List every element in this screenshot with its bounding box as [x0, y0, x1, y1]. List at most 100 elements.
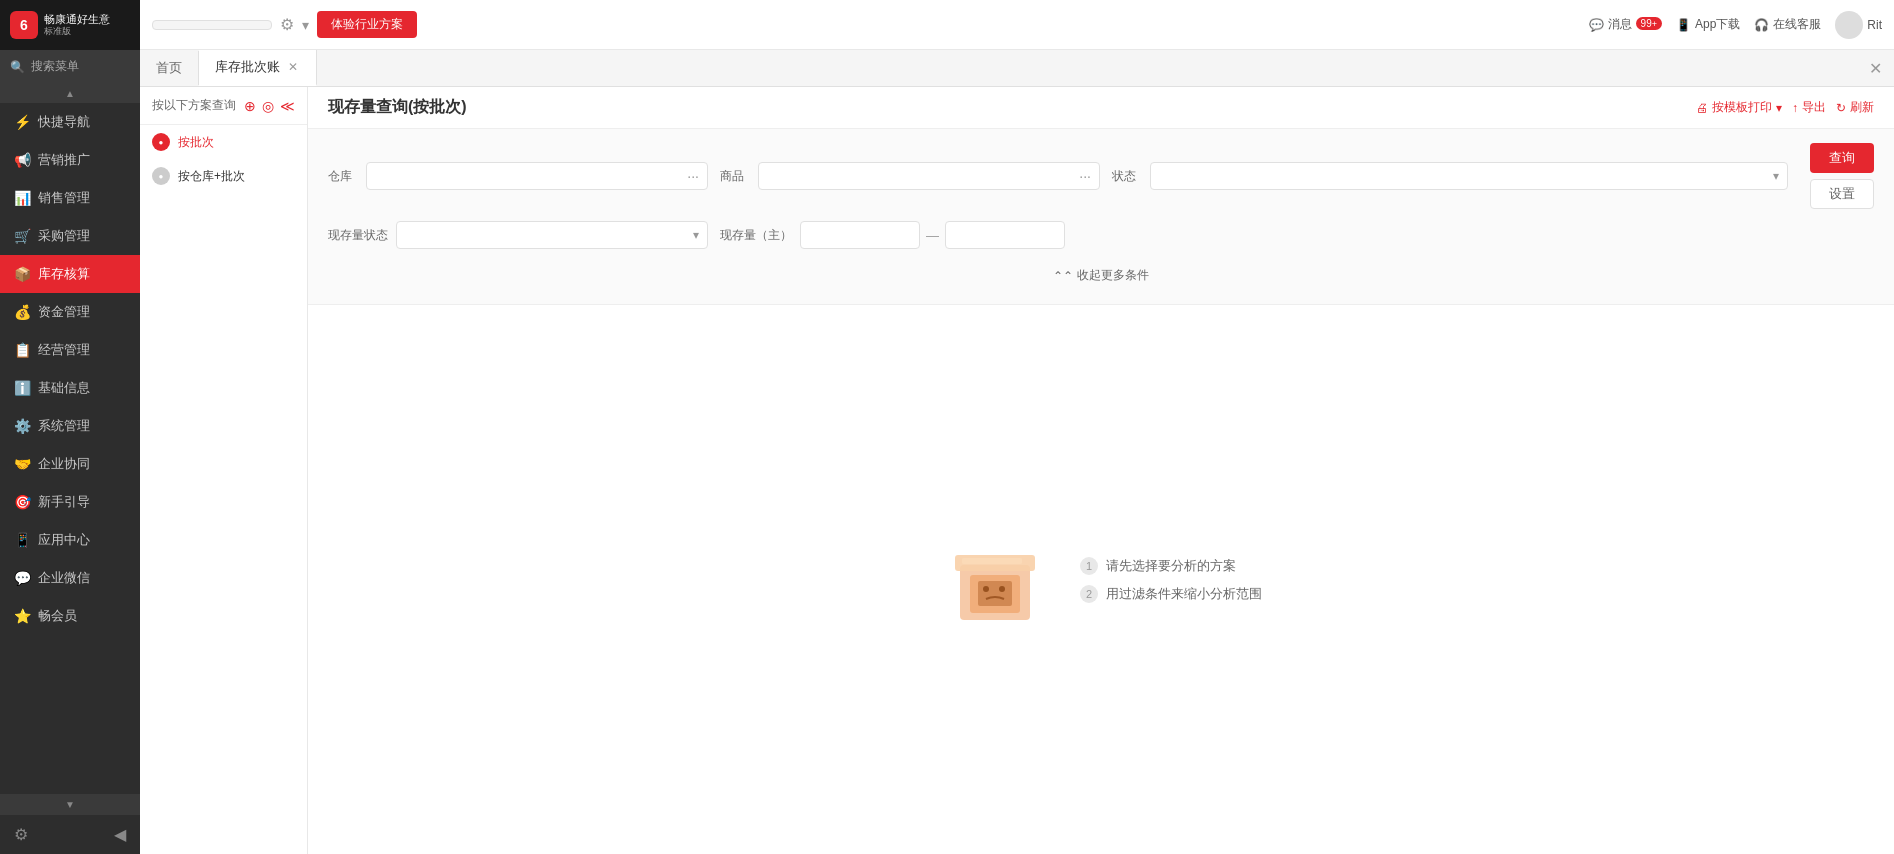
sidebar-item-quicknav[interactable]: ⚡ 快捷导航 [0, 103, 140, 141]
finance-icon: 💰 [14, 304, 30, 320]
sales-icon: 📊 [14, 190, 30, 206]
status-select[interactable]: ▾ [1150, 162, 1788, 190]
page-title: 现存量查询(按批次) [328, 97, 467, 118]
enterprise-icon: 🤝 [14, 456, 30, 472]
purchase-icon: 🛒 [14, 228, 30, 244]
sidebar-item-marketing[interactable]: 📢 营销推广 [0, 141, 140, 179]
tab-batch-close[interactable]: ✕ [286, 60, 300, 74]
sidebar-item-operation-label: 经营管理 [38, 341, 90, 359]
sidebar-item-inventory[interactable]: 📦 库存核算 [0, 255, 140, 293]
scheme-warehouse-batch-label: 按仓库+批次 [178, 168, 245, 185]
online-support-action[interactable]: 🎧 在线客服 [1754, 16, 1821, 33]
warehouse-input[interactable]: ··· [366, 162, 708, 190]
refresh-btn[interactable]: ↻ 刷新 [1836, 99, 1874, 116]
sidebar-header: 6 畅康通好生意 标准版 [0, 0, 140, 50]
inventory-qty-from[interactable] [800, 221, 920, 249]
goods-input[interactable]: ··· [758, 162, 1100, 190]
sidebar-item-finance-label: 资金管理 [38, 303, 90, 321]
inventory-qty-filter: 现存量（主） — [720, 221, 1100, 249]
sidebar-item-operation[interactable]: 📋 经营管理 [0, 331, 140, 369]
close-tab-btn[interactable]: ✕ [1857, 51, 1894, 86]
refresh-label: 刷新 [1850, 99, 1874, 116]
inventory-qty-dash: — [920, 228, 945, 243]
settings-btn[interactable]: 设置 [1810, 179, 1874, 209]
sidebar-item-wechat[interactable]: 💬 企业微信 [0, 559, 140, 597]
headset-icon: 🎧 [1754, 18, 1769, 32]
member-icon: ⭐ [14, 608, 30, 624]
sidebar-item-appcenter[interactable]: 📱 应用中心 [0, 521, 140, 559]
sidebar-scroll-down[interactable]: ▼ [0, 794, 140, 814]
topbar-left: ⚙ ▾ 体验行业方案 [152, 11, 1579, 38]
scheme-header-title: 按以下方案查询 [152, 97, 236, 114]
page-title-bar: 现存量查询(按批次) 🖨 按模板打印 ▾ ↑ 导出 ↻ 刷新 [308, 87, 1894, 129]
topbar-search-box[interactable] [152, 20, 272, 30]
messages-action[interactable]: 💬 消息 99+ [1589, 16, 1662, 33]
inventory-status-label: 现存量状态 [328, 227, 388, 244]
sidebar-scroll-up[interactable]: ▲ [0, 83, 140, 103]
user-profile[interactable]: Rit [1835, 11, 1882, 39]
tab-home[interactable]: 首页 [140, 51, 199, 85]
add-scheme-btn[interactable]: ⊕ [244, 98, 256, 114]
experience-btn[interactable]: 体验行业方案 [317, 11, 417, 38]
topbar-dropdown-icon[interactable]: ▾ [302, 17, 309, 33]
title-actions: 🖨 按模板打印 ▾ ↑ 导出 ↻ 刷新 [1696, 99, 1874, 116]
inventory-status-select[interactable]: ▾ [396, 221, 708, 249]
operation-icon: 📋 [14, 342, 30, 358]
main-area: ⚙ ▾ 体验行业方案 💬 消息 99+ 📱 App下载 🎧 在线客服 [140, 0, 1894, 854]
sidebar-item-basic-label: 基础信息 [38, 379, 90, 397]
empty-tip-1: 1 请先选择要分析的方案 [1080, 557, 1262, 575]
scheme-header-actions: ⊕ ◎ ≪ [244, 98, 295, 114]
goods-label: 商品 [720, 168, 750, 185]
marketing-icon: 📢 [14, 152, 30, 168]
inventory-qty-to[interactable] [945, 221, 1065, 249]
export-icon: ↑ [1792, 101, 1798, 115]
scheme-warehouse-batch-icon: ● [152, 167, 170, 185]
tabbar: 首页 库存批次账 ✕ ✕ [140, 50, 1894, 87]
filter-row-2: 现存量状态 ▾ 现存量（主） — [328, 221, 1874, 249]
sidebar-item-newbie[interactable]: 🎯 新手引导 [0, 483, 140, 521]
collapse-more-label: 收起更多条件 [1077, 267, 1149, 284]
sidebar-search[interactable]: 🔍 搜索菜单 [0, 50, 140, 83]
inventory-status-filter: 现存量状态 ▾ [328, 221, 708, 249]
empty-state: 1 请先选择要分析的方案 2 用过滤条件来缩小分析范围 [308, 305, 1894, 854]
tip-1-text: 请先选择要分析的方案 [1106, 557, 1236, 575]
sidebar-item-purchase[interactable]: 🛒 采购管理 [0, 217, 140, 255]
empty-svg [940, 525, 1050, 635]
warehouse-label: 仓库 [328, 168, 358, 185]
message-icon: 💬 [1589, 18, 1604, 32]
status-caret-icon: ▾ [1773, 169, 1779, 183]
scheme-item-warehouse-batch[interactable]: ● 按仓库+批次 [140, 159, 307, 193]
query-btn[interactable]: 查询 [1810, 143, 1874, 173]
sidebar-collapse-icon[interactable]: ◀ [114, 825, 126, 844]
collapse-more-btn[interactable]: ⌃⌃ 收起更多条件 [328, 261, 1874, 290]
app-name: 畅康通好生意 [44, 12, 110, 26]
sidebar-item-system-label: 系统管理 [38, 417, 90, 435]
svg-rect-2 [978, 581, 1012, 606]
scheme-settings-btn[interactable]: ◎ [262, 98, 274, 114]
sidebar-item-enterprise[interactable]: 🤝 企业协同 [0, 445, 140, 483]
sidebar-item-basic[interactable]: ℹ️ 基础信息 [0, 369, 140, 407]
print-btn[interactable]: 🖨 按模板打印 ▾ [1696, 99, 1782, 116]
sidebar-item-member[interactable]: ⭐ 畅会员 [0, 597, 140, 635]
newbie-icon: 🎯 [14, 494, 30, 510]
tab-batch[interactable]: 库存批次账 ✕ [199, 50, 317, 86]
tip-2-num: 2 [1080, 585, 1098, 603]
sidebar-item-finance[interactable]: 💰 资金管理 [0, 293, 140, 331]
sidebar-item-enterprise-label: 企业协同 [38, 455, 90, 473]
export-btn[interactable]: ↑ 导出 [1792, 99, 1826, 116]
scheme-header: 按以下方案查询 ⊕ ◎ ≪ [140, 87, 307, 125]
tip-2-text: 用过滤条件来缩小分析范围 [1106, 585, 1262, 603]
scheme-collapse-btn[interactable]: ≪ [280, 98, 295, 114]
app-download-action[interactable]: 📱 App下载 [1676, 16, 1740, 33]
scheme-batch-label: 按批次 [178, 134, 214, 151]
scheme-item-batch[interactable]: ● 按批次 [140, 125, 307, 159]
search-icon: 🔍 [10, 60, 25, 74]
empty-tips: 1 请先选择要分析的方案 2 用过滤条件来缩小分析范围 [1080, 557, 1262, 603]
topbar-settings-icon[interactable]: ⚙ [280, 15, 294, 34]
sidebar-item-system[interactable]: ⚙️ 系统管理 [0, 407, 140, 445]
sidebar-settings-icon[interactable]: ⚙ [14, 825, 28, 844]
sidebar: 6 畅康通好生意 标准版 🔍 搜索菜单 ▲ ⚡ 快捷导航 📢 营销推广 📊 销售… [0, 0, 140, 854]
status-filter: 状态 ▾ [1112, 162, 1788, 190]
print-dropdown-icon: ▾ [1776, 101, 1782, 115]
sidebar-item-sales[interactable]: 📊 销售管理 [0, 179, 140, 217]
